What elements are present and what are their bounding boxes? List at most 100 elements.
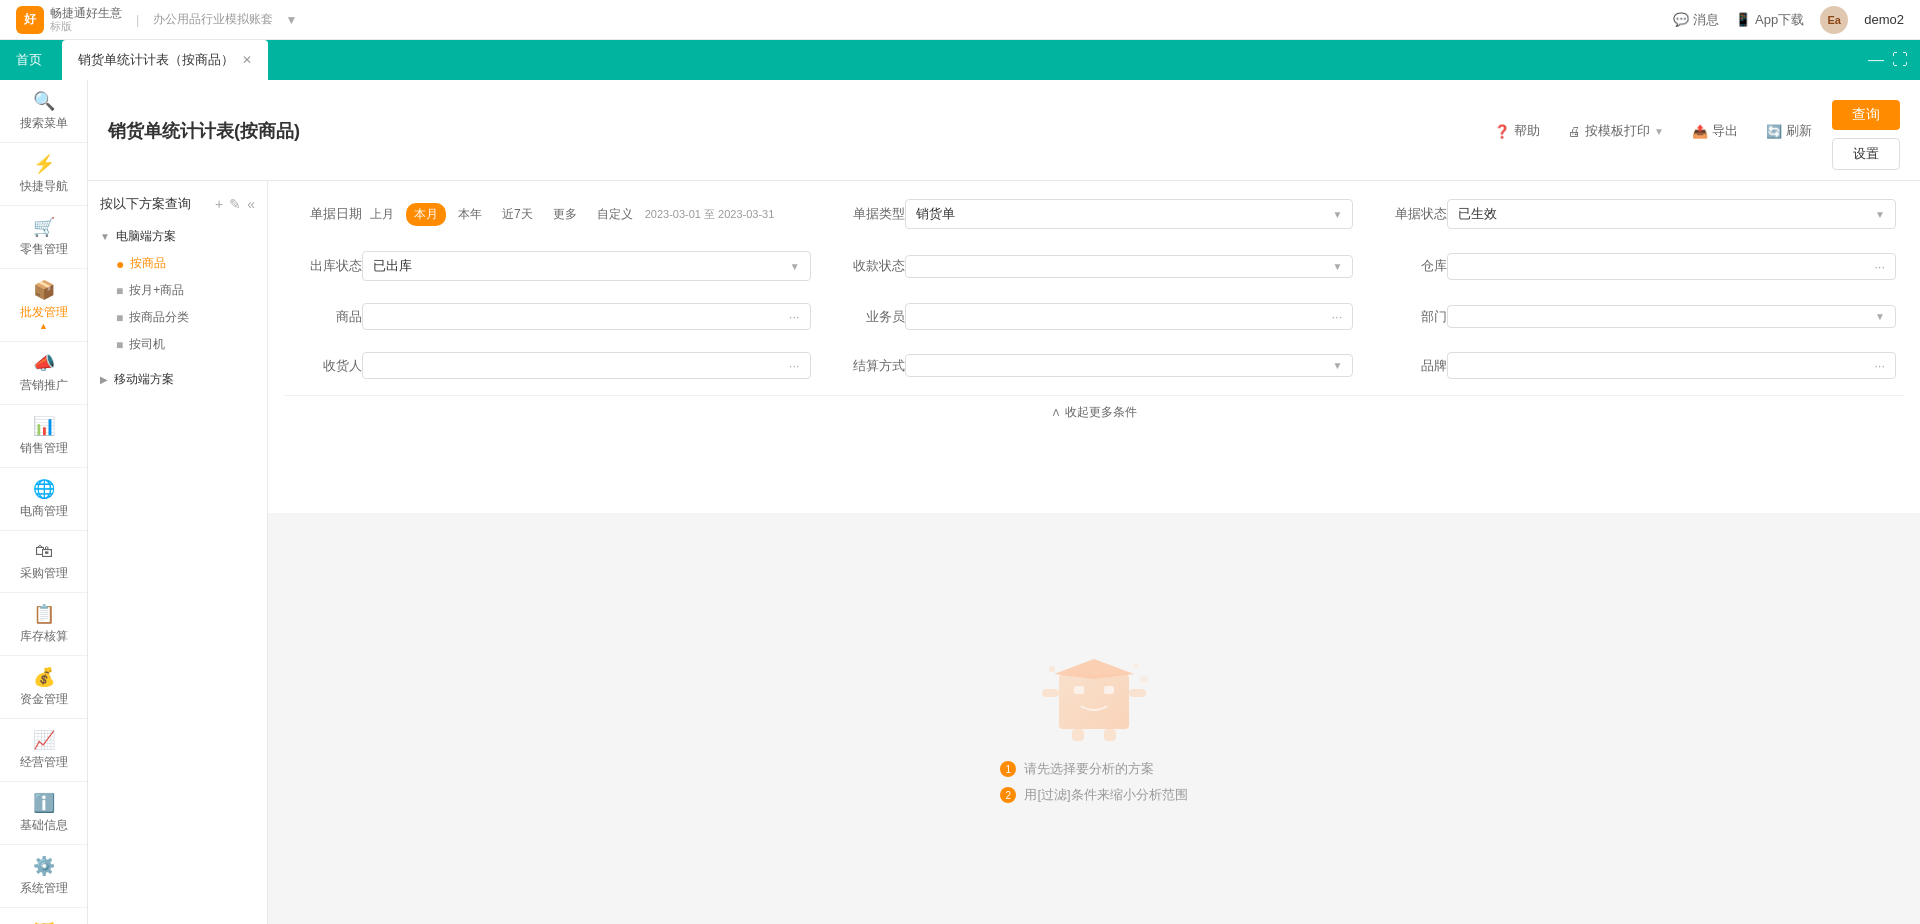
scheme-header-icons: + ✎ « — [215, 196, 255, 212]
sidebar-retail-label: 零售管理 — [20, 241, 68, 258]
svg-point-9 — [1134, 664, 1138, 668]
empty-illustration — [1034, 624, 1154, 744]
scheme-item-month-icon: ■ — [116, 284, 123, 298]
date-this-month-btn[interactable]: 本月 — [406, 203, 446, 226]
collapse-icon: ∧ — [1051, 405, 1061, 419]
scheme-item-warehouse-icon: ■ — [116, 338, 123, 352]
finance-icon: 💰 — [33, 666, 55, 688]
salesperson-input[interactable]: ··· — [905, 303, 1354, 330]
sidebar-item-search[interactable]: 🔍 搜索菜单 — [0, 80, 87, 143]
refresh-btn[interactable]: 🔄 刷新 — [1758, 118, 1820, 144]
doc-status-select[interactable]: 已生效 ▼ — [1447, 199, 1896, 229]
tab-report[interactable]: 销货单统计计表（按商品） ✕ — [62, 40, 268, 80]
payment-status-label: 收款状态 — [835, 257, 905, 275]
message-btn[interactable]: 💬 消息 — [1673, 11, 1719, 29]
sidebar-item-purchase[interactable]: 🛍 采购管理 — [0, 531, 87, 593]
search-icon: 🔍 — [33, 90, 55, 112]
sidebar-quick-nav-label: 快捷导航 — [20, 178, 68, 195]
tab-home[interactable]: 首页 — [0, 40, 58, 80]
sidebar-item-basic-info[interactable]: ℹ️ 基础信息 — [0, 782, 87, 845]
main-layout: 🔍 搜索菜单 ⚡ 快捷导航 🛒 零售管理 📦 批发管理 ▲ 📣 营销推广 📊 销… — [0, 80, 1920, 924]
sidebar-sales-label: 销售管理 — [20, 440, 68, 457]
export-btn[interactable]: 📤 导出 — [1684, 118, 1746, 144]
tip-num-1: 1 — [1000, 761, 1016, 777]
scheme-add-icon[interactable]: + — [215, 196, 223, 212]
sidebar-item-sales[interactable]: 📊 销售管理 — [0, 405, 87, 468]
sidebar-ecommerce-label: 电商管理 — [20, 503, 68, 520]
date-custom-btn[interactable]: 自定义 — [589, 203, 641, 226]
page-title: 销货单统计计表(按商品) — [108, 119, 300, 143]
filter-doc-status-col: 单据状态 已生效 ▼ — [1369, 193, 1904, 235]
sidebar-item-inventory[interactable]: 📋 库存核算 — [0, 593, 87, 656]
scheme-group-mobile-title[interactable]: ▶ 移动端方案 — [88, 366, 267, 393]
doc-type-select[interactable]: 销货单 ▼ — [905, 199, 1354, 229]
settings-btn[interactable]: 设置 — [1832, 138, 1900, 170]
payment-status-select[interactable]: ▼ — [905, 255, 1354, 278]
filter-row-2: 出库状态 已出库 ▼ 收款状态 — [284, 245, 1904, 287]
sidebar-item-retail[interactable]: 🛒 零售管理 — [0, 206, 87, 269]
date-this-year-btn[interactable]: 本年 — [450, 203, 490, 226]
product-input[interactable]: ··· — [362, 303, 811, 330]
doc-status-value: 已生效 — [1458, 205, 1497, 223]
tab-minimize-btn[interactable]: — — [1868, 51, 1884, 69]
sidebar-item-wholesale[interactable]: 📦 批发管理 ▲ — [0, 269, 87, 342]
top-header: 好 畅捷通好生意 标版 | 办公用品行业模拟账套 ▼ 💬 消息 📱 App下载 … — [0, 0, 1920, 40]
sidebar-inventory-label: 库存核算 — [20, 628, 68, 645]
date-7days-btn[interactable]: 近7天 — [494, 203, 541, 226]
tab-close-icon[interactable]: ✕ — [242, 53, 252, 67]
scheme-item-by-month-product[interactable]: ■ 按月+商品 — [88, 277, 267, 304]
print-label: 按模板打印 — [1585, 122, 1650, 140]
brand-input[interactable]: ··· — [1447, 352, 1896, 379]
brand-dots[interactable]: ··· — [1874, 358, 1885, 373]
sidebar-item-operations[interactable]: 📈 经营管理 — [0, 719, 87, 782]
scheme-item-by-product[interactable]: ● 按商品 — [88, 250, 267, 277]
sidebar-finance-label: 资金管理 — [20, 691, 68, 708]
sidebar-item-finance[interactable]: 💰 资金管理 — [0, 656, 87, 719]
download-icon: 📱 — [1735, 12, 1751, 27]
help-btn[interactable]: ❓ 帮助 — [1486, 118, 1548, 144]
dept-label: 部门 — [1377, 308, 1447, 326]
scheme-item-by-category[interactable]: ■ 按商品分类 — [88, 304, 267, 331]
collapse-bar[interactable]: ∧ 收起更多条件 — [284, 395, 1904, 429]
dept-select[interactable]: ▼ — [1447, 305, 1896, 328]
sidebar-item-ecommerce[interactable]: 🌐 电商管理 — [0, 468, 87, 531]
doc-type-label: 单据类型 — [835, 205, 905, 223]
sidebar-marketing-label: 营销推广 — [20, 377, 68, 394]
sidebar-item-marketing[interactable]: 📣 营销推广 — [0, 342, 87, 405]
salesperson-dots[interactable]: ··· — [1331, 309, 1342, 324]
scheme-item-by-warehouse[interactable]: ■ 按司机 — [88, 331, 267, 358]
settlement-select[interactable]: ▼ — [905, 354, 1354, 377]
sidebar-item-quick-nav[interactable]: ⚡ 快捷导航 — [0, 143, 87, 206]
empty-tips: 1 请先选择要分析的方案 2 用[过滤]条件来缩小分析范围 — [1000, 760, 1187, 812]
warehouse-input[interactable]: ··· — [1447, 253, 1896, 280]
svg-rect-6 — [1072, 729, 1084, 741]
sidebar-item-system[interactable]: ⚙️ 系统管理 — [0, 845, 87, 908]
scheme-collapse-icon[interactable]: « — [247, 196, 255, 212]
system-icon: ⚙️ — [33, 855, 55, 877]
dept-arrow: ▼ — [1875, 311, 1885, 322]
header-right: 💬 消息 📱 App下载 Ea demo2 — [1673, 6, 1904, 34]
scheme-edit-icon[interactable]: ✎ — [229, 196, 241, 212]
query-btn[interactable]: 查询 — [1832, 100, 1900, 130]
refresh-label: 刷新 — [1786, 122, 1812, 140]
receiver-input[interactable]: ··· — [362, 352, 811, 379]
date-prev-month-btn[interactable]: 上月 — [362, 203, 402, 226]
sidebar-item-enterprise[interactable]: 🤝 企业协同 — [0, 908, 87, 924]
product-dots[interactable]: ··· — [789, 309, 800, 324]
stock-status-select[interactable]: 已出库 ▼ — [362, 251, 811, 281]
print-btn[interactable]: 🖨 按模板打印 ▼ — [1560, 118, 1672, 144]
stock-status-arrow: ▼ — [790, 261, 800, 272]
avatar[interactable]: Ea — [1820, 6, 1848, 34]
receiver-dots[interactable]: ··· — [789, 358, 800, 373]
date-more-btn[interactable]: 更多 — [545, 203, 585, 226]
scheme-item-month-label: 按月+商品 — [129, 282, 184, 299]
warehouse-dots[interactable]: ··· — [1874, 259, 1885, 274]
tab-maximize-btn[interactable]: ⛶ — [1892, 51, 1908, 69]
sidebar-system-label: 系统管理 — [20, 880, 68, 897]
scheme-group-pc-title[interactable]: ▼ 电脑端方案 — [88, 223, 267, 250]
svg-rect-2 — [1074, 686, 1084, 694]
right-content: 单据日期 上月 本月 本年 近7天 更多 自定义 2023-03-01 至 20… — [268, 181, 1920, 924]
app-download-btn[interactable]: 📱 App下载 — [1735, 11, 1804, 29]
filter-settlement-col: 结算方式 ▼ — [827, 346, 1362, 385]
marketing-icon: 📣 — [33, 352, 55, 374]
